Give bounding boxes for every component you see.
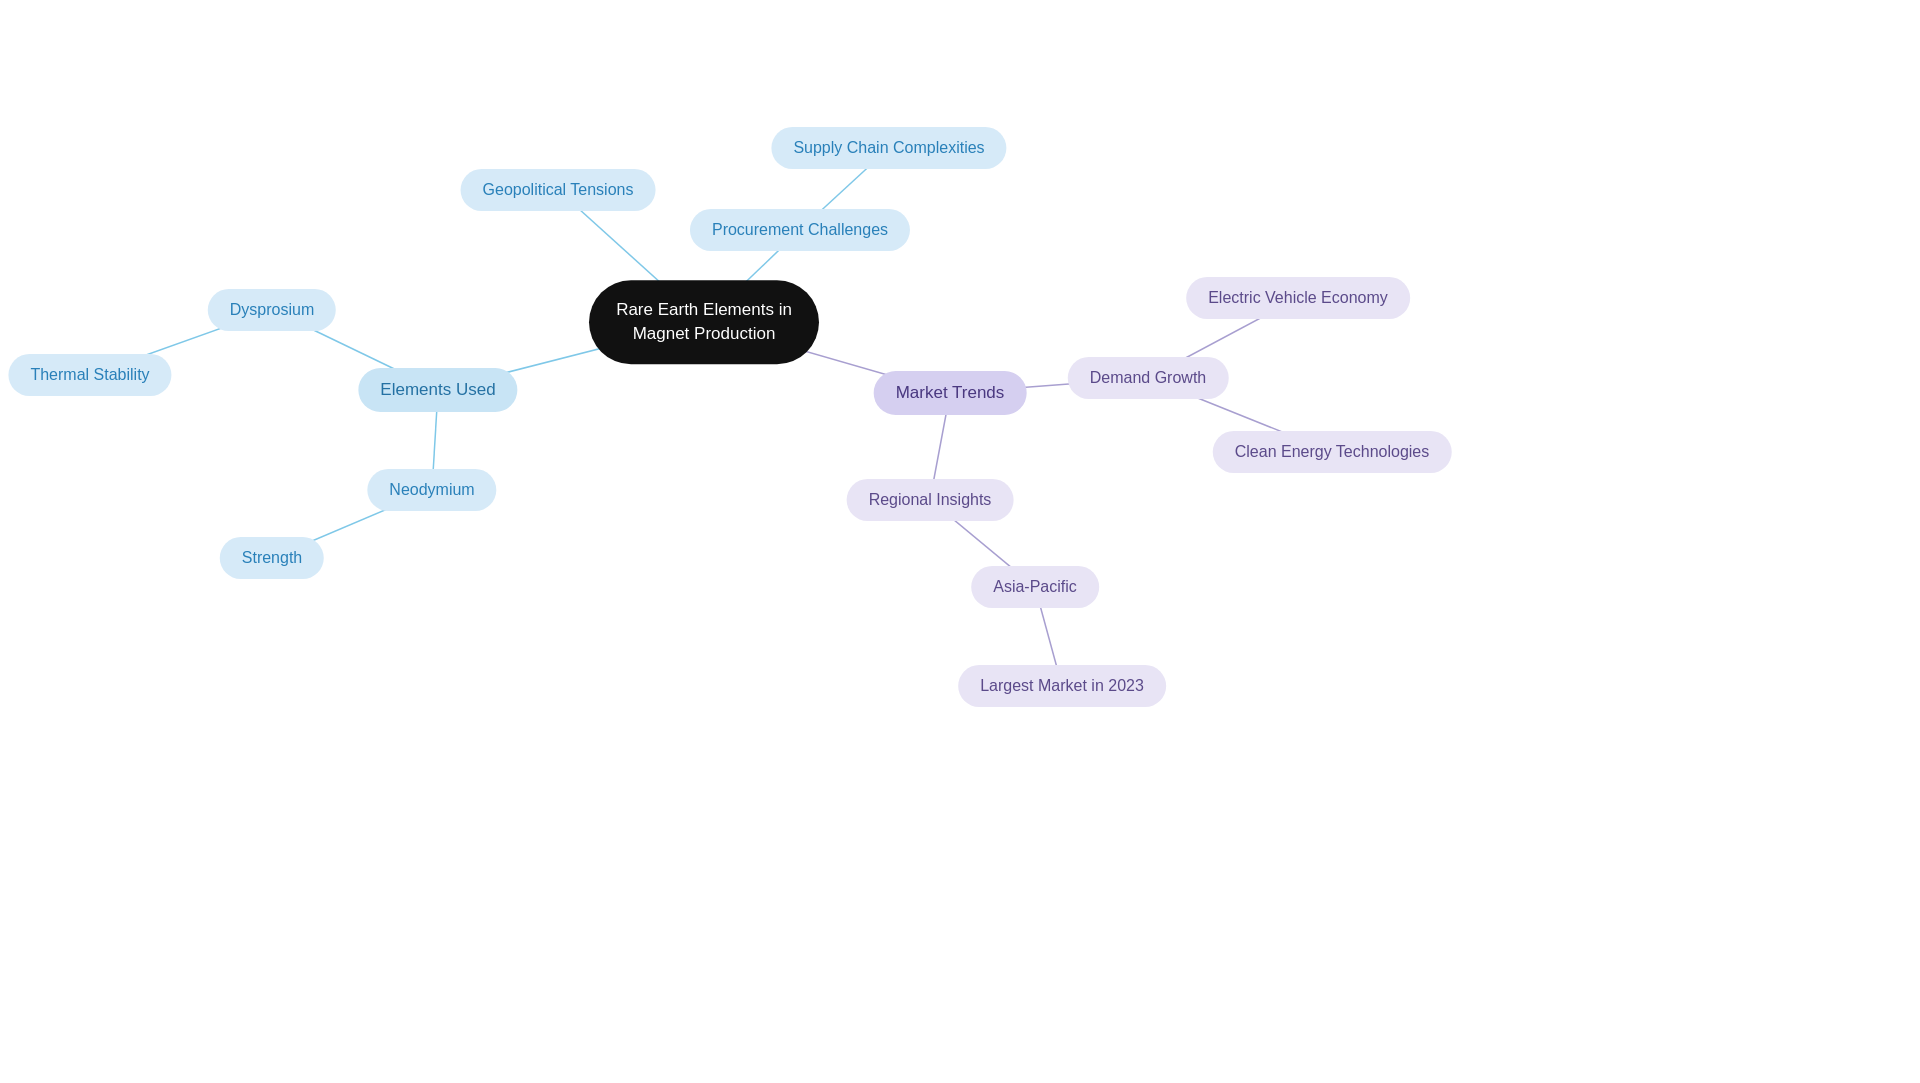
thermal-stability-node[interactable]: Thermal Stability bbox=[8, 354, 171, 396]
electric-vehicle-node[interactable]: Electric Vehicle Economy bbox=[1186, 277, 1410, 319]
demand-growth-node[interactable]: Demand Growth bbox=[1068, 357, 1229, 399]
asia-pacific-node[interactable]: Asia-Pacific bbox=[971, 566, 1099, 608]
neodymium-node[interactable]: Neodymium bbox=[367, 469, 496, 511]
clean-energy-node[interactable]: Clean Energy Technologies bbox=[1213, 431, 1452, 473]
strength-node[interactable]: Strength bbox=[220, 537, 324, 579]
geopolitical-node[interactable]: Geopolitical Tensions bbox=[461, 169, 656, 211]
regional-insights-node[interactable]: Regional Insights bbox=[847, 479, 1014, 521]
largest-market-node[interactable]: Largest Market in 2023 bbox=[958, 665, 1166, 707]
supply-chain-node[interactable]: Supply Chain Complexities bbox=[771, 127, 1006, 169]
elements-used-node[interactable]: Elements Used bbox=[358, 368, 517, 412]
center-node[interactable]: Rare Earth Elements in Magnet Production bbox=[589, 280, 819, 364]
market-trends-node[interactable]: Market Trends bbox=[874, 371, 1027, 415]
dysprosium-node[interactable]: Dysprosium bbox=[208, 289, 336, 331]
procurement-node[interactable]: Procurement Challenges bbox=[690, 209, 910, 251]
